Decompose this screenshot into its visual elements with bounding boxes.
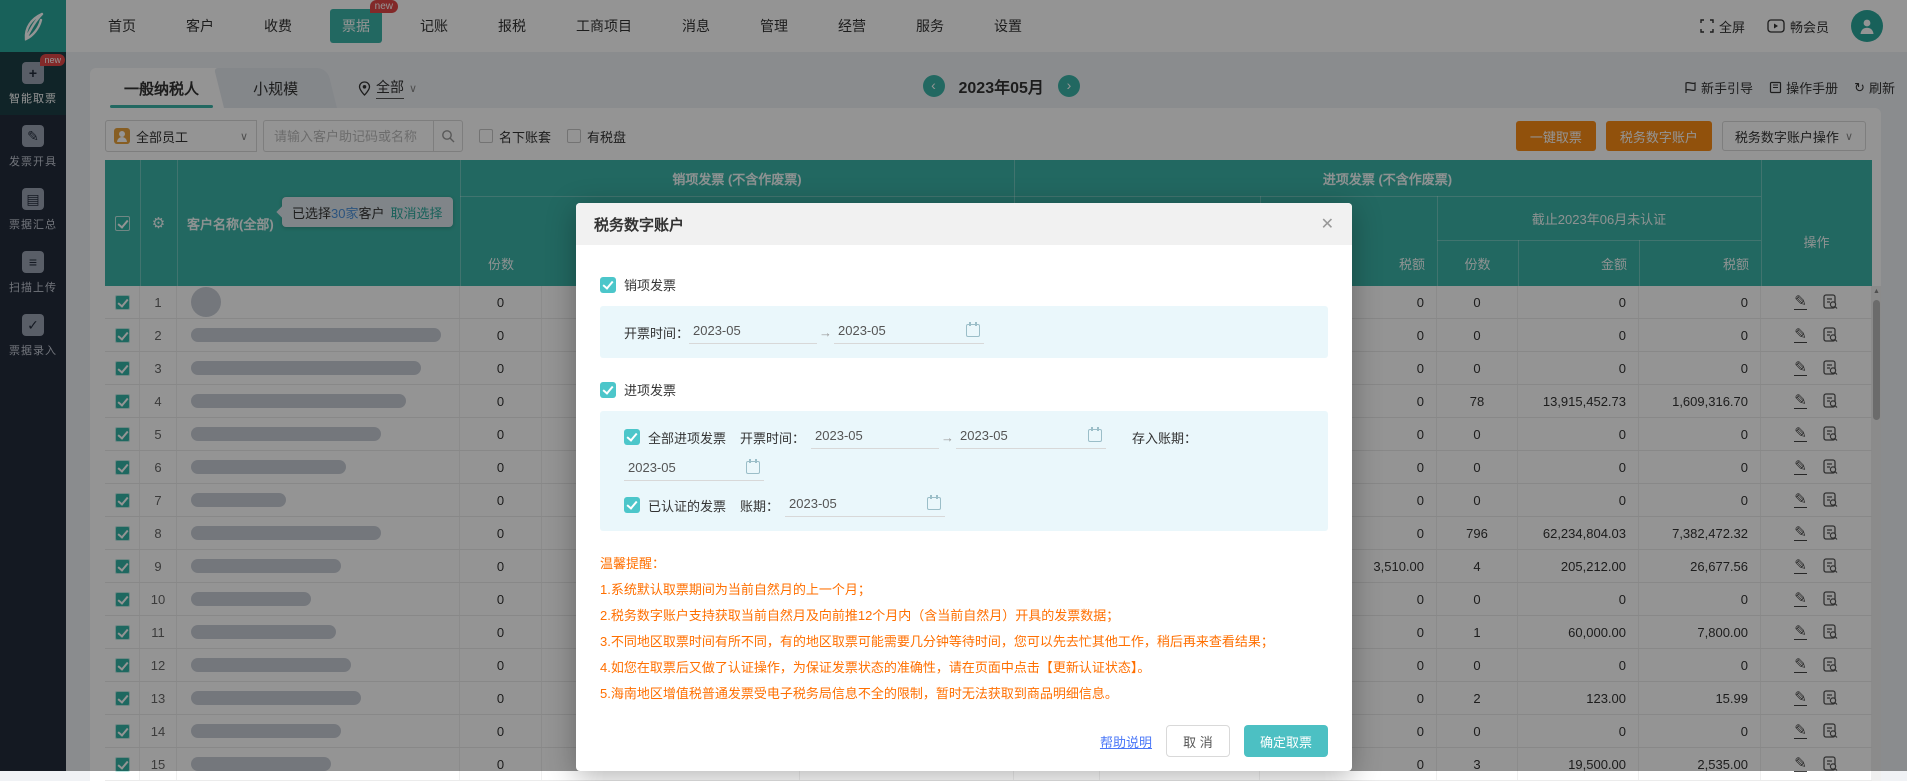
- warning-line: 1.系统默认取票期间为当前自然月的上一个月；: [600, 577, 1328, 603]
- arrow-right-icon: →: [941, 430, 954, 445]
- certified-period-field[interactable]: 2023-05: [785, 493, 945, 517]
- modal-footer: 帮助说明 取 消 确定取票: [1100, 725, 1328, 757]
- confirm-fetch-button[interactable]: 确定取票: [1244, 725, 1328, 757]
- modal-body: 销项发票 开票时间： 2023-05 → 2023-05 进项发票 全部进项发票…: [576, 275, 1352, 707]
- sales-invoice-option: 销项发票: [600, 275, 1328, 294]
- certified-invoice-checkbox[interactable]: [624, 497, 640, 513]
- sales-invoice-checkbox[interactable]: [600, 277, 616, 293]
- cancel-button[interactable]: 取 消: [1166, 725, 1230, 757]
- sales-date-from-field[interactable]: 2023-05: [689, 320, 817, 344]
- warning-line: 3.不同地区取票时间有所不同，有的地区取票可能需要几分钟等待时间，您可以先去忙其…: [600, 629, 1328, 655]
- calendar-icon: [746, 461, 760, 474]
- calendar-icon: [1088, 429, 1102, 442]
- deposit-period-field[interactable]: 2023-05: [624, 457, 764, 481]
- sales-date-panel: 开票时间： 2023-05 → 2023-05: [600, 306, 1328, 358]
- purchase-invoice-option: 进项发票: [600, 380, 1328, 399]
- warning-line: 5.海南地区增值税普通发票受电子税务局信息不全的限制，暂时无法获取到商品明细信息…: [600, 681, 1328, 707]
- modal-header: 税务数字账户 ✕: [576, 203, 1352, 245]
- purchase-date-to-field[interactable]: 2023-05: [956, 425, 1106, 449]
- modal-title: 税务数字账户: [594, 214, 684, 235]
- calendar-icon: [966, 324, 980, 337]
- sales-date-to-field[interactable]: 2023-05: [834, 320, 984, 344]
- purchase-invoice-checkbox[interactable]: [600, 382, 616, 398]
- arrow-right-icon: →: [819, 325, 832, 340]
- help-link[interactable]: 帮助说明: [1100, 732, 1152, 751]
- close-icon[interactable]: ✕: [1321, 214, 1334, 234]
- warning-notes: 温馨提醒： 1.系统默认取票期间为当前自然月的上一个月； 2.税务数字账户支持获…: [600, 551, 1328, 707]
- warning-line: 4.如您在取票后又做了认证操作，为保证发票状态的准确性，请在页面中点击【更新认证…: [600, 655, 1328, 681]
- all-purchase-checkbox[interactable]: [624, 429, 640, 445]
- digital-account-modal: 税务数字账户 ✕ 销项发票 开票时间： 2023-05 → 2023-05 进项…: [576, 203, 1352, 771]
- warning-line: 2.税务数字账户支持获取当前自然月及向前推12个月内（含当前自然月）开具的发票数…: [600, 603, 1328, 629]
- purchase-date-from-field[interactable]: 2023-05: [811, 425, 939, 449]
- warning-title: 温馨提醒：: [600, 551, 1328, 577]
- purchase-date-panel: 全部进项发票 开票时间： 2023-05 → 2023-05 存入账期： 202…: [600, 411, 1328, 531]
- calendar-icon: [927, 497, 941, 510]
